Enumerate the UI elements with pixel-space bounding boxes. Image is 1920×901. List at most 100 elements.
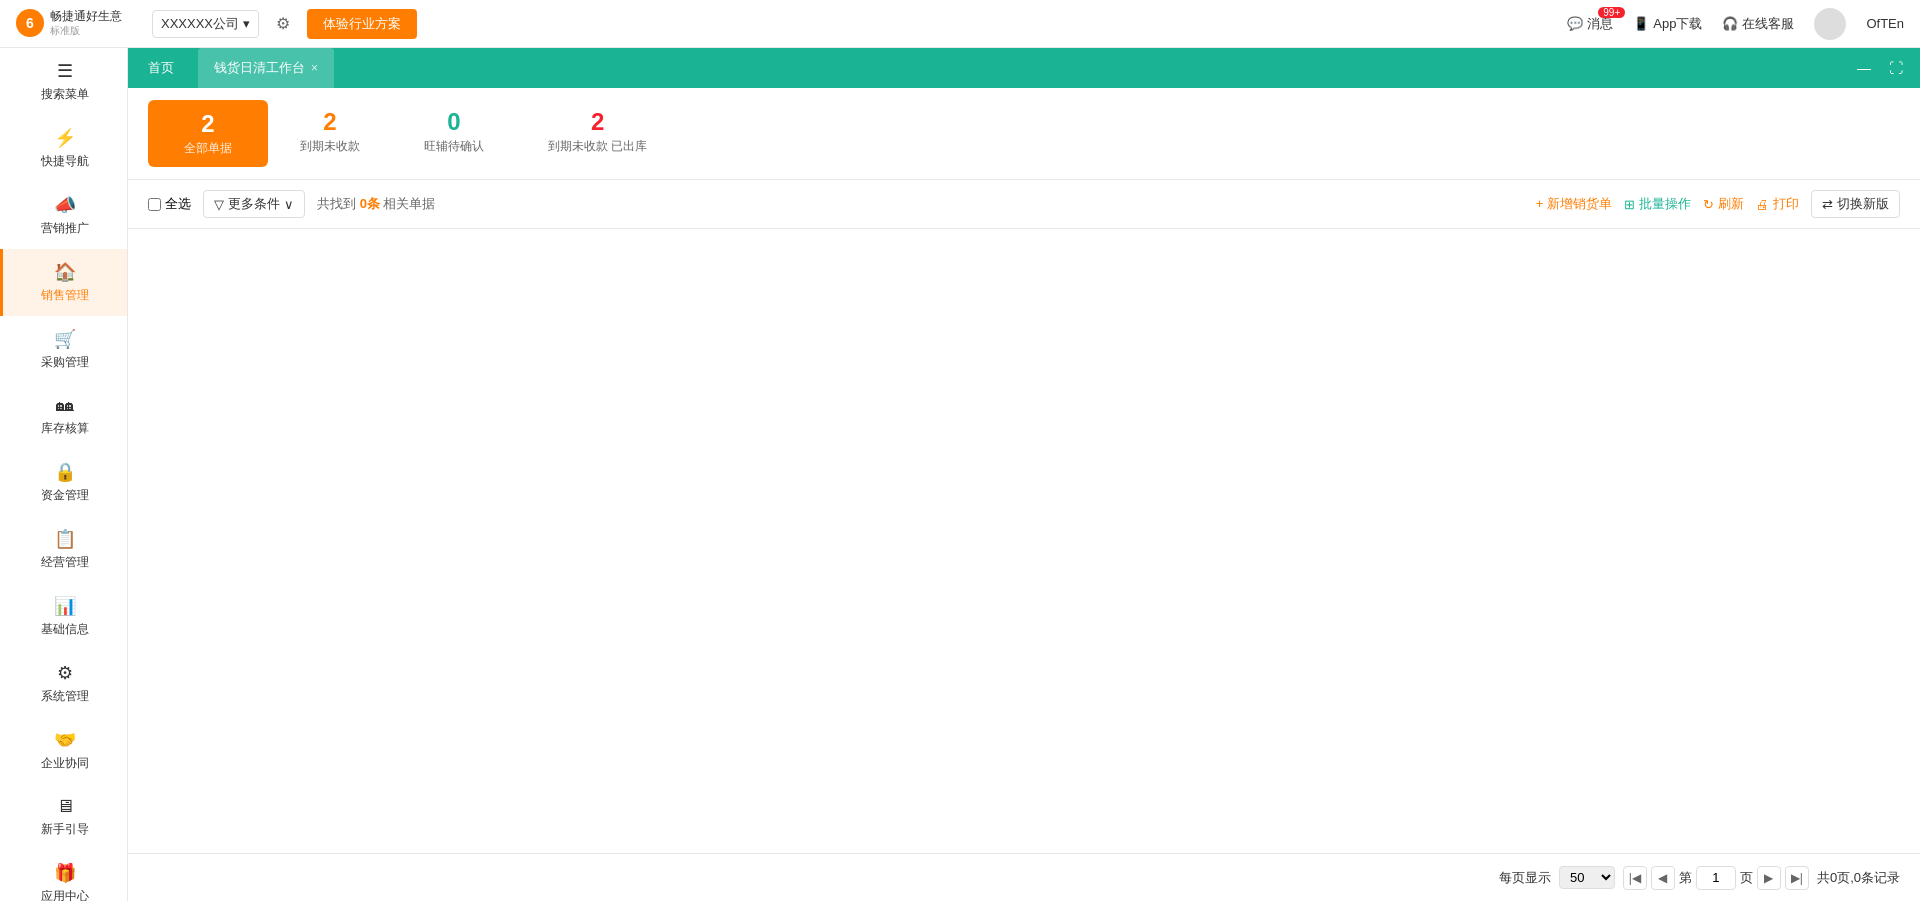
logo-icon: 6 bbox=[16, 9, 44, 37]
select-all-text: 全选 bbox=[165, 195, 191, 213]
stat-expire-out-count: 2 bbox=[591, 108, 604, 136]
table-area bbox=[128, 229, 1920, 853]
stat-expire-label: 到期未收款 bbox=[300, 138, 360, 155]
filter-label: 更多条件 bbox=[228, 195, 280, 213]
sidebar-label-system: 系统管理 bbox=[41, 688, 89, 705]
refresh-icon: ↻ bbox=[1703, 197, 1714, 212]
app-logo: 6 畅捷通好生意 标准版 bbox=[16, 9, 144, 37]
system-icon: ⚙ bbox=[57, 662, 73, 684]
page-total: 共0页,0条记录 bbox=[1817, 869, 1900, 887]
refresh-btn[interactable]: ↻ 刷新 bbox=[1703, 195, 1744, 213]
experience-btn[interactable]: 体验行业方案 bbox=[307, 9, 417, 39]
sidebar-item-sales[interactable]: 🏠 销售管理 bbox=[0, 249, 127, 316]
header-right: 💬 消息 99+ 📱 App下载 🎧 在线客服 OfTEn bbox=[1567, 8, 1904, 40]
page-last-btn[interactable]: ▶| bbox=[1785, 866, 1809, 890]
found-text: 共找到 0条 相关单据 bbox=[317, 195, 435, 213]
online-service-btn[interactable]: 🎧 在线客服 bbox=[1722, 15, 1794, 33]
sidebar-item-basic-info[interactable]: 📊 基础信息 bbox=[0, 583, 127, 650]
company-name: XXXXXX公司 bbox=[161, 15, 239, 33]
headset-icon: 🎧 bbox=[1722, 16, 1738, 31]
sidebar-item-inventory[interactable]: 🏘 库存核算 bbox=[0, 383, 127, 449]
tab-expand-btn[interactable]: ⛶ bbox=[1884, 56, 1908, 80]
page-first-label: 第 bbox=[1679, 869, 1692, 887]
sidebar: ☰ 搜索菜单 ⚡ 快捷导航 📣 营销推广 🏠 销售管理 🛒 采购管理 🏘 库存核… bbox=[0, 48, 128, 901]
tab-home[interactable]: 首页 bbox=[128, 48, 194, 88]
app-download-btn[interactable]: 📱 App下载 bbox=[1633, 15, 1702, 33]
select-all-checkbox[interactable] bbox=[148, 198, 161, 211]
stat-expire-out-label: 到期未收款 已出库 bbox=[548, 138, 647, 155]
switch-version-btn[interactable]: ⇄ 切换新版 bbox=[1811, 190, 1900, 218]
marketing-icon: 📣 bbox=[54, 194, 76, 216]
sidebar-label-finance: 资金管理 bbox=[41, 487, 89, 504]
pagination: 每页显示 50 100 200 |◀ ◀ 第 页 ▶ ▶| 共0页,0条记录 bbox=[128, 853, 1920, 901]
sales-icon: 🏠 bbox=[54, 261, 76, 283]
cooperation-icon: 🤝 bbox=[54, 729, 76, 751]
logo-text: 畅捷通好生意 bbox=[50, 9, 122, 23]
page-input[interactable] bbox=[1696, 866, 1736, 890]
sidebar-item-cooperation[interactable]: 🤝 企业协同 bbox=[0, 717, 127, 784]
search-menu-icon: ☰ bbox=[57, 60, 73, 82]
sidebar-item-purchase[interactable]: 🛒 采购管理 bbox=[0, 316, 127, 383]
switch-icon: ⇄ bbox=[1822, 197, 1833, 212]
stat-expire-uncollect[interactable]: 2 到期未收款 bbox=[268, 100, 392, 167]
stat-all[interactable]: 2 全部单据 bbox=[148, 100, 268, 167]
sidebar-item-finance[interactable]: 🔒 资金管理 bbox=[0, 449, 127, 516]
sidebar-item-app-center[interactable]: 🎁 应用中心 bbox=[0, 850, 127, 901]
sidebar-item-search-menu[interactable]: ☰ 搜索菜单 bbox=[0, 48, 127, 115]
company-selector[interactable]: XXXXXX公司 ▾ bbox=[152, 10, 259, 38]
logo-sub: 标准版 bbox=[50, 24, 122, 38]
tab-minimize-btn[interactable]: — bbox=[1852, 56, 1876, 80]
sidebar-label-sales: 销售管理 bbox=[41, 287, 89, 304]
sidebar-label-guide: 新手引导 bbox=[41, 821, 89, 838]
app-icon: 📱 bbox=[1633, 16, 1649, 31]
message-btn[interactable]: 💬 消息 99+ bbox=[1567, 15, 1613, 33]
stat-expire-out[interactable]: 2 到期未收款 已出库 bbox=[516, 100, 679, 167]
toolbar-right: + 新增销货单 ⊞ 批量操作 ↻ 刷新 🖨 打印 ⇄ bbox=[1536, 190, 1900, 218]
sidebar-label-app-center: 应用中心 bbox=[41, 888, 89, 901]
settings-icon[interactable]: ⚙ bbox=[267, 8, 299, 40]
print-icon: 🖨 bbox=[1756, 197, 1769, 212]
tab-bar-actions: — ⛶ bbox=[1852, 56, 1920, 80]
operation-icon: 📋 bbox=[54, 528, 76, 550]
sidebar-label-quick-nav: 快捷导航 bbox=[41, 153, 89, 170]
stats-bar: 2 全部单据 2 到期未收款 0 旺辅待确认 2 到期未收款 已出库 bbox=[128, 88, 1920, 180]
page-first-btn[interactable]: |◀ bbox=[1623, 866, 1647, 890]
toolbar: 全选 ▽ 更多条件 ∨ 共找到 0条 相关单据 + 新增销货单 bbox=[128, 180, 1920, 229]
tab-close-btn[interactable]: × bbox=[311, 61, 318, 75]
toolbar-left: 全选 ▽ 更多条件 ∨ 共找到 0条 相关单据 bbox=[148, 190, 435, 218]
found-count: 0条 bbox=[360, 196, 380, 211]
stat-wangpu-label: 旺辅待确认 bbox=[424, 138, 484, 155]
stat-expire-count: 2 bbox=[323, 108, 336, 136]
sidebar-item-marketing[interactable]: 📣 营销推广 bbox=[0, 182, 127, 249]
print-btn[interactable]: 🖨 打印 bbox=[1756, 195, 1799, 213]
avatar[interactable] bbox=[1814, 8, 1846, 40]
message-icon: 💬 bbox=[1567, 16, 1583, 31]
main-layout: ☰ 搜索菜单 ⚡ 快捷导航 📣 营销推广 🏠 销售管理 🛒 采购管理 🏘 库存核… bbox=[0, 48, 1920, 901]
stat-wangpu[interactable]: 0 旺辅待确认 bbox=[392, 100, 516, 167]
sidebar-item-guide[interactable]: 🖥 新手引导 bbox=[0, 784, 127, 850]
filter-icon: ▽ bbox=[214, 197, 224, 212]
tab-bar: 首页 钱货日清工作台 × — ⛶ bbox=[128, 48, 1920, 88]
message-badge: 99+ bbox=[1598, 7, 1625, 18]
chevron-down-icon: ▾ bbox=[243, 16, 250, 31]
tab-current[interactable]: 钱货日清工作台 × bbox=[198, 48, 334, 88]
guide-icon: 🖥 bbox=[56, 796, 74, 817]
add-sales-btn[interactable]: + 新增销货单 bbox=[1536, 195, 1612, 213]
page-next-btn[interactable]: ▶ bbox=[1757, 866, 1781, 890]
main-content: 首页 钱货日清工作台 × — ⛶ 2 全部单据 2 到期未收款 bbox=[128, 48, 1920, 901]
sidebar-item-operation[interactable]: 📋 经营管理 bbox=[0, 516, 127, 583]
page-size-select[interactable]: 50 100 200 bbox=[1559, 866, 1615, 889]
select-all-label[interactable]: 全选 bbox=[148, 195, 191, 213]
sidebar-item-system[interactable]: ⚙ 系统管理 bbox=[0, 650, 127, 717]
sidebar-label-search-menu: 搜索菜单 bbox=[41, 86, 89, 103]
sidebar-label-purchase: 采购管理 bbox=[41, 354, 89, 371]
filter-btn[interactable]: ▽ 更多条件 ∨ bbox=[203, 190, 305, 218]
page-content: 2 全部单据 2 到期未收款 0 旺辅待确认 2 到期未收款 已出库 bbox=[128, 88, 1920, 901]
batch-op-btn[interactable]: ⊞ 批量操作 bbox=[1624, 195, 1691, 213]
sidebar-label-inventory: 库存核算 bbox=[41, 420, 89, 437]
stat-wangpu-count: 0 bbox=[447, 108, 460, 136]
finance-icon: 🔒 bbox=[54, 461, 76, 483]
page-prev-btn[interactable]: ◀ bbox=[1651, 866, 1675, 890]
sidebar-item-quick-nav[interactable]: ⚡ 快捷导航 bbox=[0, 115, 127, 182]
sidebar-label-operation: 经营管理 bbox=[41, 554, 89, 571]
